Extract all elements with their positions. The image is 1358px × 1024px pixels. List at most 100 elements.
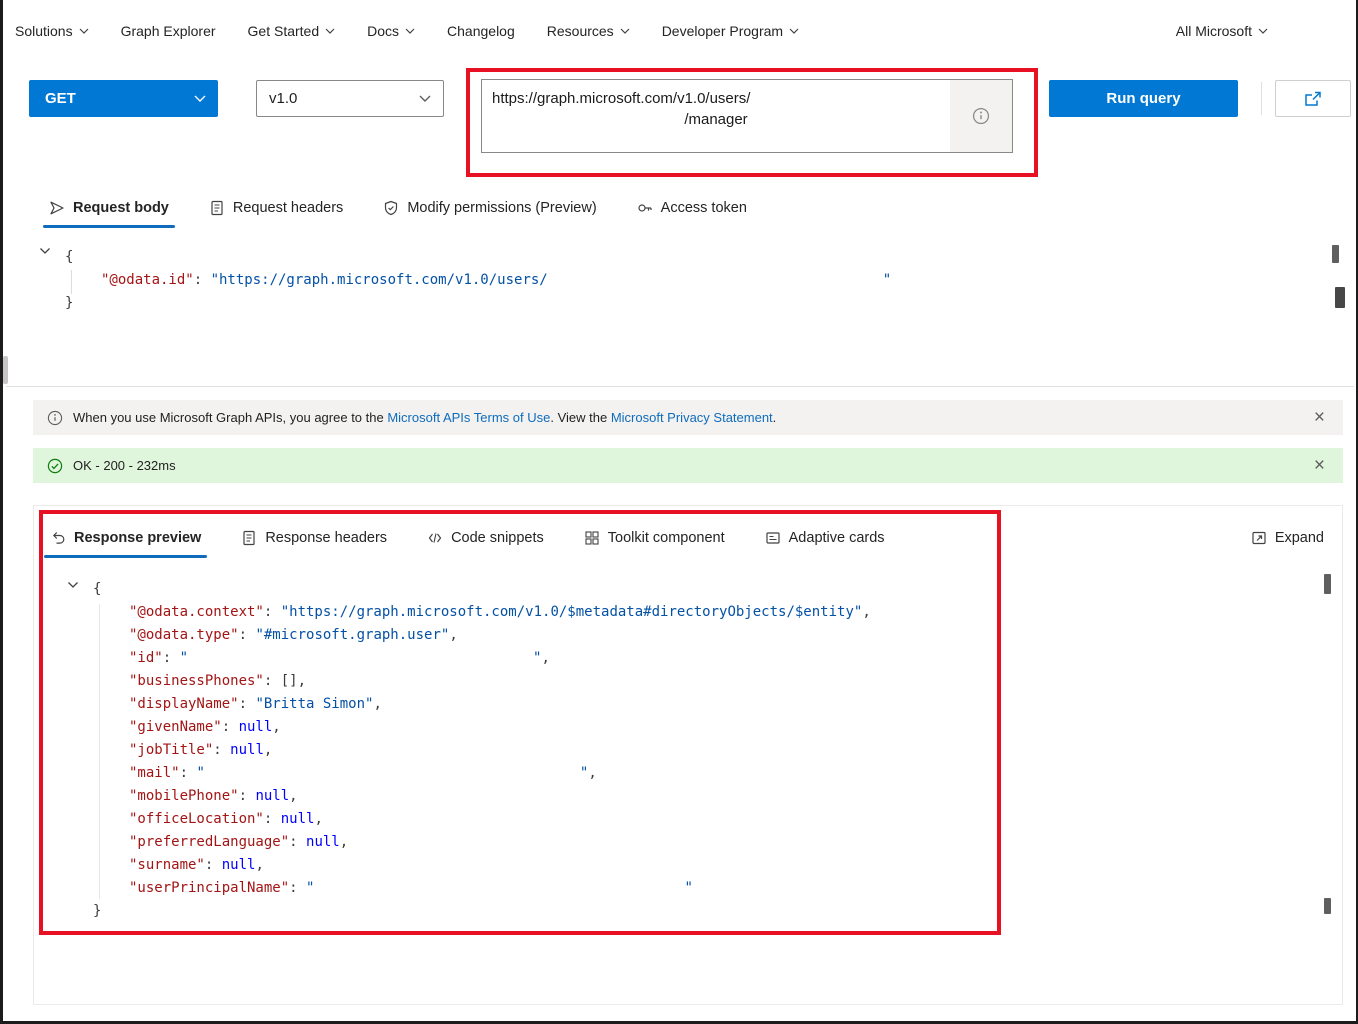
preview-arrow-icon — [50, 530, 66, 546]
tab-request-headers[interactable]: Request headers — [209, 188, 343, 228]
code-line: "id": " ", — [129, 650, 550, 666]
tab-toolkit-component[interactable]: Toolkit component — [584, 518, 725, 558]
privacy-statement-link[interactable]: Microsoft Privacy Statement — [611, 410, 773, 425]
chevron-down-icon — [620, 28, 630, 34]
code-line: "mail": " ", — [129, 765, 597, 781]
code-line: "surname": null, — [129, 857, 264, 873]
tab-request-body[interactable]: Request body — [43, 188, 175, 228]
request-json-code: {"@odata.id": "https://graph.microsoft.c… — [6, 240, 1354, 315]
url-info-segment[interactable] — [950, 80, 1012, 152]
nav-changelog-label: Changelog — [447, 23, 515, 39]
code-line: } — [65, 295, 74, 311]
code-line: } — [93, 903, 102, 919]
request-url-line1: https://graph.microsoft.com/v1.0/users/ — [492, 90, 751, 107]
nav-all-microsoft[interactable]: All Microsoft — [1176, 23, 1268, 39]
info-circle-icon — [47, 410, 63, 426]
tab-modify-permissions-label: Modify permissions (Preview) — [407, 200, 597, 216]
terms-text-mid: . View the — [550, 410, 611, 425]
toolkit-grid-icon — [584, 530, 600, 546]
chevron-down-icon — [789, 28, 799, 34]
close-icon: × — [1313, 407, 1325, 428]
editor-scroll-mark[interactable] — [1335, 287, 1345, 308]
terms-text-pre: When you use Microsoft Graph APIs, you a… — [73, 410, 388, 425]
http-method-dropdown[interactable]: GET — [29, 80, 218, 117]
nav-developer-program[interactable]: Developer Program — [662, 23, 799, 39]
nav-docs-label: Docs — [367, 23, 400, 39]
info-circle-icon — [972, 107, 990, 125]
response-json-code: { "@odata.context": "https://graph.micros… — [34, 566, 1342, 923]
response-section: Response preview Response headers Code s… — [33, 505, 1343, 1005]
fold-chevron-icon[interactable] — [67, 581, 79, 589]
nav-get-started[interactable]: Get Started — [248, 23, 336, 39]
terms-info-text: When you use Microsoft Graph APIs, you a… — [73, 410, 776, 425]
tab-response-headers-label: Response headers — [265, 530, 388, 546]
api-version-label: v1.0 — [269, 90, 298, 107]
status-text: OK - 200 - 232ms — [73, 458, 176, 473]
nav-developer-program-label: Developer Program — [661, 23, 784, 39]
tab-response-preview[interactable]: Response preview — [43, 518, 208, 558]
editor-scroll-mark[interactable] — [1324, 898, 1331, 914]
request-body-editor[interactable]: {"@odata.id": "https://graph.microsoft.c… — [6, 240, 1354, 382]
nav-graph-explorer-label: Graph Explorer — [120, 23, 216, 39]
code-line: "@odata.context": "https://graph.microso… — [129, 604, 871, 620]
response-status-banner: OK - 200 - 232ms × — [33, 448, 1343, 483]
share-query-button[interactable] — [1275, 80, 1351, 117]
nav-docs[interactable]: Docs — [367, 23, 415, 39]
run-query-button[interactable]: Run query — [1049, 80, 1238, 117]
status-banner-close-button[interactable]: × — [1310, 456, 1329, 475]
code-line: "jobTitle": null, — [129, 742, 273, 758]
indent-guide — [99, 604, 100, 899]
code-brackets-icon — [427, 530, 443, 546]
expand-icon — [1251, 530, 1267, 546]
permissions-shield-icon — [383, 200, 399, 216]
code-line: "preferredLanguage": null, — [129, 834, 349, 850]
tab-access-token-label: Access token — [660, 200, 747, 216]
tab-request-headers-label: Request headers — [232, 200, 344, 216]
expand-response-button[interactable]: Expand — [1251, 518, 1324, 558]
nav-graph-explorer[interactable]: Graph Explorer — [121, 23, 216, 39]
nav-solutions[interactable]: Solutions — [15, 23, 89, 39]
request-url-input[interactable]: https://graph.microsoft.com/v1.0/users/ … — [481, 79, 1013, 153]
document-icon — [241, 530, 257, 546]
chevron-down-icon — [419, 95, 431, 102]
tab-adaptive-cards[interactable]: Adaptive cards — [765, 518, 885, 558]
editor-scroll-mark[interactable] — [1324, 574, 1331, 594]
response-tabs: Response preview Response headers Code s… — [43, 518, 885, 558]
nav-changelog[interactable]: Changelog — [447, 23, 515, 39]
info-banner-close-button[interactable]: × — [1310, 408, 1329, 427]
http-method-label: GET — [45, 90, 76, 107]
chevron-down-icon — [325, 28, 335, 34]
indent-guide — [71, 270, 72, 294]
editor-scroll-mark[interactable] — [1332, 245, 1339, 263]
code-line: "mobilePhone": null, — [129, 788, 298, 804]
tab-adaptive-cards-label: Adaptive cards — [788, 530, 885, 546]
chevron-down-icon — [79, 28, 89, 34]
code-line: "givenName": null, — [129, 719, 281, 735]
section-divider — [6, 386, 1354, 387]
response-preview-editor[interactable]: { "@odata.context": "https://graph.micros… — [34, 566, 1342, 1004]
key-icon — [637, 200, 653, 216]
tab-toolkit-component-label: Toolkit component — [607, 530, 725, 546]
fold-chevron-icon[interactable] — [39, 247, 51, 255]
nav-solutions-label: Solutions — [15, 23, 73, 39]
success-check-icon — [47, 458, 63, 474]
code-line: { — [93, 581, 102, 597]
tab-code-snippets[interactable]: Code snippets — [427, 518, 544, 558]
nav-all-microsoft-label: All Microsoft — [1175, 23, 1252, 39]
nav-resources[interactable]: Resources — [547, 23, 630, 39]
chevron-down-icon — [405, 28, 415, 34]
tab-response-headers[interactable]: Response headers — [241, 518, 387, 558]
tab-modify-permissions[interactable]: Modify permissions (Preview) — [383, 188, 597, 228]
code-line: "@odata.type": "#microsoft.graph.user", — [129, 627, 458, 643]
share-icon — [1303, 90, 1323, 108]
vertical-scrollbar-thumb[interactable] — [3, 356, 8, 384]
code-line: "businessPhones": [], — [129, 673, 307, 689]
chevron-down-icon — [1258, 28, 1268, 34]
api-version-dropdown[interactable]: v1.0 — [256, 80, 444, 117]
request-url-line2: /manager — [684, 111, 748, 128]
tab-access-token[interactable]: Access token — [637, 188, 747, 228]
close-icon: × — [1313, 455, 1325, 476]
terms-of-use-link[interactable]: Microsoft APIs Terms of Use — [387, 410, 550, 425]
terms-text-post: . — [772, 410, 777, 425]
request-tabs: Request body Request headers Modify perm… — [43, 188, 747, 228]
